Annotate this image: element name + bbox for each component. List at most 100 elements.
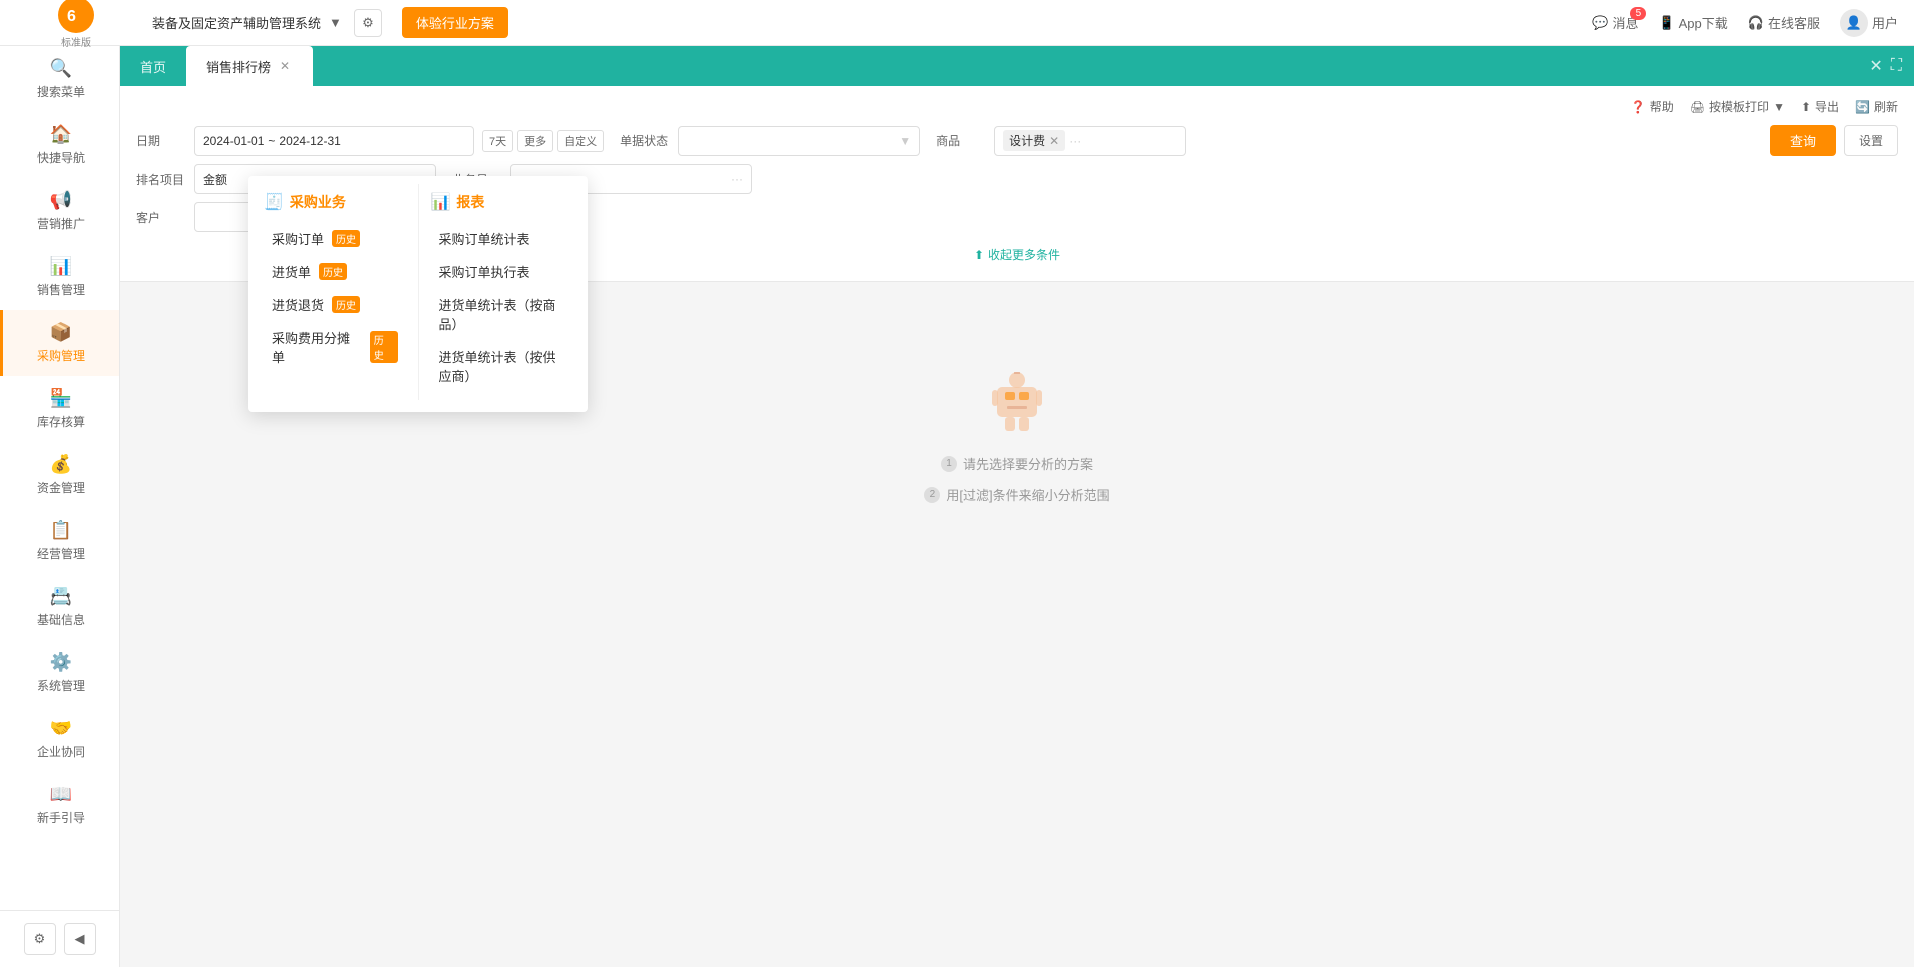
filter-goods: 商品 设计费 ✕ ··· [936,126,1186,156]
tab-maximize-button[interactable]: ⛶ [1891,57,1902,75]
date-7days-btn[interactable]: 7天 [482,130,513,152]
sidebar-item-sales[interactable]: 📊 销售管理 [0,244,119,310]
tab-close-icon[interactable]: ✕ [277,58,293,74]
top-header: 6 标准版 装备及固定资产辅助管理系统 ▼ ⚙ 体验行业方案 💬 消息 5 📱 … [0,0,1914,46]
system-icon: ⚙️ [50,652,72,673]
tab-close-all-button[interactable]: ✕ [1869,56,1882,76]
sidebar: 🔍 搜索菜单 🏠 快捷导航 📢 营销推广 📊 销售管理 📦 采购管理 🏪 库存核… [0,46,120,967]
menu-item-receive-by-goods[interactable]: 进货单统计表（按商品） [431,288,573,340]
header-right: 💬 消息 5 📱 App下载 🎧 在线客服 👤 用户 [1592,9,1898,37]
date-quick-btns: 7天 更多 自定义 [482,130,604,152]
user-avatar: 👤 [1840,9,1868,37]
system-dropdown-icon[interactable]: ▼ [329,15,342,30]
sidebar-item-finance[interactable]: 💰 资金管理 [0,442,119,508]
sidebar-item-label-sales: 销售管理 [37,281,85,298]
refresh-icon: 🔄 [1855,100,1870,114]
sidebar-item-label-operation: 经营管理 [37,545,85,562]
sidebar-bottom: ⚙ ◀ [0,910,119,967]
help-button[interactable]: ❓ 帮助 [1631,98,1674,115]
goods-more-icon[interactable]: ··· [1069,134,1081,148]
sidebar-item-search[interactable]: 🔍 搜索菜单 [0,46,119,112]
tab-home-label: 首页 [140,57,166,76]
goods-tag: 设计费 ✕ [1003,130,1065,151]
sidebar-item-operation[interactable]: 📋 经营管理 [0,508,119,574]
menu-item-purchase-order[interactable]: 采购订单 历史 [264,222,406,255]
svg-text:6: 6 [67,8,76,25]
print-dropdown-icon[interactable]: ▼ [1773,100,1785,114]
sidebar-item-nav[interactable]: 🏠 快捷导航 [0,112,119,178]
rank-label: 排名项目 [136,171,186,188]
sidebar-item-label-marketing: 营销推广 [37,215,85,232]
history-badge-4: 历史 [370,331,398,363]
online-service-label: 在线客服 [1768,13,1820,32]
sidebar-item-purchase[interactable]: 📦 采购管理 [0,310,119,376]
goods-input[interactable]: 设计费 ✕ ··· [994,126,1186,156]
gear-button[interactable]: ⚙ [354,9,382,37]
sidebar-item-label-guide: 新手引导 [37,809,85,826]
print-icon: 🖨 [1690,100,1705,114]
refresh-button[interactable]: 🔄 刷新 [1855,98,1898,115]
message-button[interactable]: 💬 消息 5 [1592,13,1638,32]
goods-tag-close[interactable]: ✕ [1049,134,1059,148]
tab-bar-right: ✕ ⛶ [1869,56,1914,76]
query-button[interactable]: 查询 [1770,125,1836,156]
menu-item-purchase-fee[interactable]: 采购费用分摊单 历史 [264,321,406,373]
empty-tip-2-label: 用[过滤]条件来缩小分析范围 [946,485,1109,504]
empty-illustration [977,362,1057,442]
report-section-title: 📊 报表 [431,192,573,212]
app-download-label: App下载 [1679,13,1728,32]
user-button[interactable]: 👤 用户 [1840,9,1898,37]
menu-item-purchase-receive[interactable]: 进货单 历史 [264,255,406,288]
sidebar-item-label-system: 系统管理 [37,677,85,694]
sidebar-item-base[interactable]: 📇 基础信息 [0,574,119,640]
message-badge: 5 [1630,7,1646,20]
tab-home[interactable]: 首页 [120,46,186,86]
date-label: 日期 [136,132,186,149]
sidebar-item-guide[interactable]: 📖 新手引导 [0,772,119,838]
inventory-icon: 🏪 [50,388,72,409]
menu-item-po-stats[interactable]: 采购订单统计表 [431,222,573,255]
refresh-label: 刷新 [1874,98,1898,115]
setting-button[interactable]: 设置 [1844,125,1898,156]
sidebar-settings-button[interactable]: ⚙ [24,923,56,955]
status-label: 单据状态 [620,132,670,149]
status-input[interactable]: ▼ [678,126,920,156]
menu-item-po-execution[interactable]: 采购订单执行表 [431,255,573,288]
menu-item-receive-by-supplier[interactable]: 进货单统计表（按供应商） [431,340,573,392]
sidebar-collapse-button[interactable]: ◀ [64,923,96,955]
app-download-button[interactable]: 📱 App下载 [1658,13,1727,32]
popup-menu-header: 🧾 采购业务 采购订单 历史 进货单 历史 进货退货 [256,184,580,400]
tab-sales-rank-label: 销售排行榜 [206,57,271,76]
filter-date: 日期 2024-01-01 ~ 2024-12-31 7天 更多 自定义 [136,126,604,156]
experience-button[interactable]: 体验行业方案 [402,7,508,38]
sidebar-item-label-purchase: 采购管理 [37,347,85,364]
sidebar-item-inventory[interactable]: 🏪 库存核算 [0,376,119,442]
menu-item-purchase-return[interactable]: 进货退货 历史 [264,288,406,321]
sidebar-item-system[interactable]: ⚙️ 系统管理 [0,640,119,706]
headset-icon: 🎧 [1748,15,1764,31]
empty-tip-1: 1 请先选择要分析的方案 [941,454,1093,473]
sidebar-item-label-finance: 资金管理 [37,479,85,496]
online-service-button[interactable]: 🎧 在线客服 [1748,13,1820,32]
tab-sales-rank[interactable]: 销售排行榜 ✕ [186,46,313,86]
print-button[interactable]: 🖨 按模板打印 ▼ [1690,98,1785,115]
purchase-section-icon: 🧾 [264,192,284,212]
filter-action-btns: 查询 设置 [1770,125,1898,156]
history-badge: 历史 [332,230,360,247]
sidebar-item-marketing[interactable]: 📢 营销推广 [0,178,119,244]
filter-row-1: 日期 2024-01-01 ~ 2024-12-31 7天 更多 自定义 [136,125,1898,156]
date-range-input[interactable]: 2024-01-01 ~ 2024-12-31 [194,126,474,156]
sidebar-item-coop[interactable]: 🤝 企业协同 [0,706,119,772]
base-icon: 📇 [50,586,72,607]
export-button[interactable]: ⬆ 导出 [1801,98,1839,115]
help-label: 帮助 [1650,98,1674,115]
date-more-btn[interactable]: 更多 [517,130,553,152]
search-icon: 🔍 [50,58,72,79]
date-custom-btn[interactable]: 自定义 [557,130,604,152]
sidebar-item-label-base: 基础信息 [37,611,85,628]
message-icon: 💬 [1592,15,1608,31]
help-icon: ❓ [1631,100,1646,114]
salesman-more-icon[interactable]: ··· [731,172,743,186]
filter-status: 单据状态 ▼ [620,126,920,156]
logo-subtitle: 标准版 [61,34,91,49]
